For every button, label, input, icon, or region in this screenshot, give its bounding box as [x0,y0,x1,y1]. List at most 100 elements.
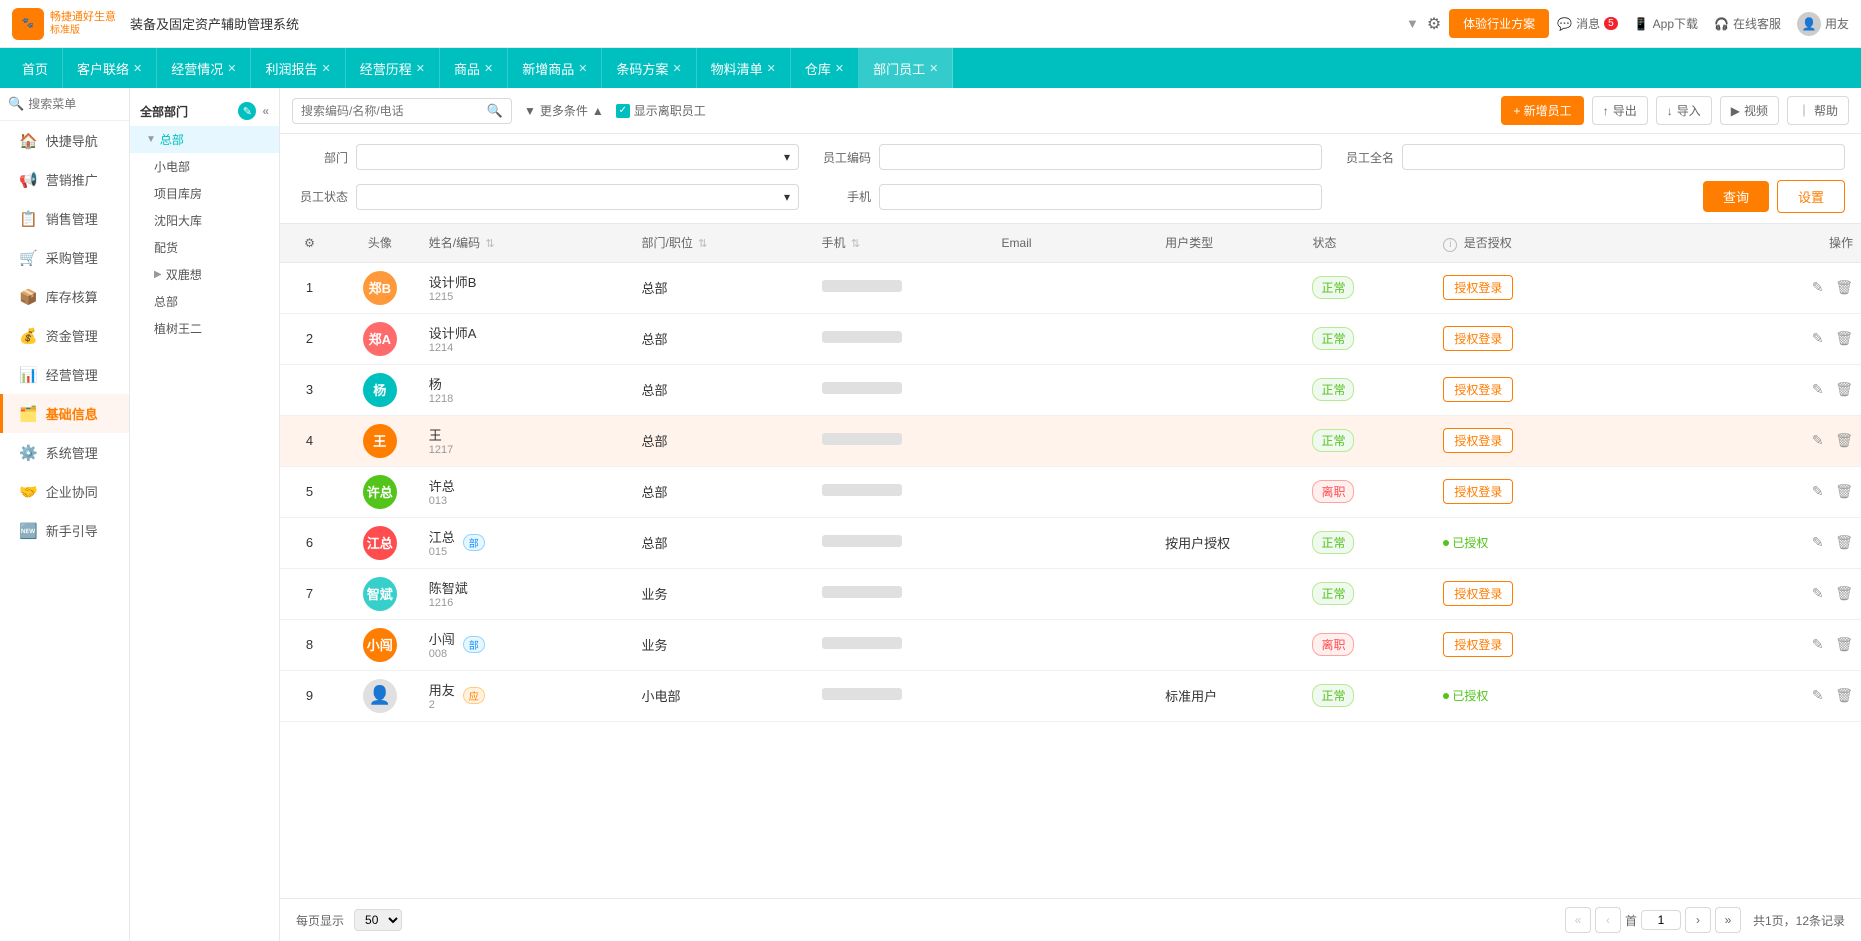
edit-button[interactable]: ✎ [1812,381,1824,397]
auth-button[interactable]: 授权登录 [1443,632,1513,657]
chevron-down-icon[interactable]: ▼ [1406,16,1419,31]
edit-button[interactable]: ✎ [1812,279,1824,295]
last-page-button[interactable]: » [1715,907,1741,933]
sidebar-item-inventory[interactable]: 📦 库存核算 [0,277,129,316]
emp-name-input[interactable] [1402,144,1845,170]
col-name-header[interactable]: 姓名/编码 ⇅ [421,224,634,262]
sidebar-item-sales[interactable]: 📋 销售管理 [0,199,129,238]
sidebar-item-operation[interactable]: 📊 经营管理 [0,355,129,394]
dept-tree-item[interactable]: ▼总部 [130,126,279,153]
sort-icon-name[interactable]: ⇅ [485,238,494,250]
more-filter-button[interactable]: ▼ 更多条件 ▲ [524,102,604,119]
nav-tab-利润报告[interactable]: 利润报告✕ [251,48,345,88]
page-size-select[interactable]: 50 [354,909,402,931]
add-employee-button[interactable]: + 新增员工 [1501,96,1583,125]
edit-button[interactable]: ✎ [1812,330,1824,346]
emp-status-select[interactable]: ▾ [356,184,799,210]
col-dept-header[interactable]: 部门/职位 ⇅ [633,224,813,262]
delete-button[interactable]: 🗑 [1835,279,1853,295]
close-tab-icon[interactable]: ✕ [672,62,681,75]
next-page-button[interactable]: › [1685,907,1711,933]
close-tab-icon[interactable]: ✕ [227,62,236,75]
export-button[interactable]: ↑ 导出 [1592,96,1648,125]
delete-button[interactable]: 🗑 [1835,636,1853,652]
nav-tab-物料清单[interactable]: 物料清单✕ [697,48,791,88]
dept-tree-item[interactable]: 沈阳大库 [130,207,279,234]
nav-tab-客户联络[interactable]: 客户联络✕ [63,48,157,88]
video-button[interactable]: ▶ 视频 [1720,96,1779,125]
delete-button[interactable]: 🗑 [1835,381,1853,397]
emp-code-input[interactable] [879,144,1322,170]
close-tab-icon[interactable]: ✕ [929,62,938,75]
nav-tab-部门员工[interactable]: 部门员工✕ [859,48,953,88]
close-tab-icon[interactable]: ✕ [133,62,142,75]
edit-button[interactable]: ✎ [1812,534,1824,550]
import-button[interactable]: ↓ 导入 [1656,96,1712,125]
page-input[interactable] [1641,910,1681,930]
message-button[interactable]: 💬 消息 5 [1557,15,1618,32]
info-icon[interactable]: i [1443,238,1457,252]
nav-tab-商品[interactable]: 商品✕ [440,48,508,88]
query-button[interactable]: 查询 [1703,181,1769,212]
delete-button[interactable]: 🗑 [1835,483,1853,499]
auth-button[interactable]: 授权登录 [1443,428,1513,453]
online-service-button[interactable]: 🎧 在线客服 [1714,15,1781,32]
sort-icon-dept[interactable]: ⇅ [698,238,707,250]
user-avatar[interactable]: 👤 用友 [1797,12,1849,36]
gear-icon[interactable]: ⚙ [1427,14,1441,34]
sidebar-item-purchase[interactable]: 🛒 采购管理 [0,238,129,277]
close-tab-icon[interactable]: ✕ [484,62,493,75]
dept-tree-item[interactable]: ▶双鹿想 [130,261,279,288]
auth-button[interactable]: 授权登录 [1443,326,1513,351]
edit-button[interactable]: ✎ [1812,432,1824,448]
nav-tab-首页[interactable]: 首页 [8,48,63,88]
delete-button[interactable]: 🗑 [1835,330,1853,346]
dept-tree-item[interactable]: 植树王二 [130,315,279,342]
edit-button[interactable]: ✎ [1812,585,1824,601]
sidebar-item-quick-nav[interactable]: 🏠 快捷导航 [0,121,129,160]
search-input[interactable] [28,97,121,111]
delete-button[interactable]: 🗑 [1835,534,1853,550]
nav-tab-经营情况[interactable]: 经营情况✕ [157,48,251,88]
col-phone-header[interactable]: 手机 ⇅ [814,224,994,262]
phone-input[interactable] [879,184,1322,210]
show-resigned-toggle[interactable]: ✓ 显示离职员工 [616,102,706,119]
edit-button[interactable]: ✎ [1812,687,1824,703]
employee-search-input[interactable] [301,104,481,118]
sidebar-item-guide[interactable]: 🆕 新手引导 [0,511,129,550]
sidebar-item-basic[interactable]: 🗂️ 基础信息 [0,394,129,433]
trial-button[interactable]: 体验行业方案 [1449,9,1549,38]
sidebar-item-corp[interactable]: 🤝 企业协同 [0,472,129,511]
app-download-button[interactable]: 📱 App下载 [1634,15,1698,32]
col-settings-header[interactable]: ⚙ [280,224,339,262]
auth-button[interactable]: 授权登录 [1443,581,1513,606]
dept-tree-item[interactable]: 小电部 [130,153,279,180]
close-tab-icon[interactable]: ✕ [835,62,844,75]
auth-button[interactable]: 授权登录 [1443,479,1513,504]
delete-button[interactable]: 🗑 [1835,432,1853,448]
nav-tab-新增商品[interactable]: 新增商品✕ [508,48,602,88]
close-tab-icon[interactable]: ✕ [416,62,425,75]
dept-filter-select[interactable]: ▾ [356,144,799,170]
nav-tab-仓库[interactable]: 仓库✕ [791,48,859,88]
prev-page-button[interactable]: ‹ [1595,907,1621,933]
set-button[interactable]: 设置 [1777,180,1845,213]
dept-tree-item[interactable]: 项目库房 [130,180,279,207]
sidebar-item-finance[interactable]: 💰 资金管理 [0,316,129,355]
close-tab-icon[interactable]: ✕ [767,62,776,75]
sidebar-item-system[interactable]: ⚙️ 系统管理 [0,433,129,472]
first-page-button[interactable]: « [1565,907,1591,933]
delete-button[interactable]: 🗑 [1835,585,1853,601]
edit-button[interactable]: ✎ [1812,636,1824,652]
auth-button[interactable]: 授权登录 [1443,275,1513,300]
nav-tab-条码方案[interactable]: 条码方案✕ [602,48,696,88]
delete-button[interactable]: 🗑 [1835,687,1853,703]
dept-tree-item[interactable]: 配货 [130,234,279,261]
close-tab-icon[interactable]: ✕ [578,62,587,75]
sort-icon-phone[interactable]: ⇅ [851,238,860,250]
help-button[interactable]: ｜ 帮助 [1787,96,1849,125]
sidebar-item-marketing[interactable]: 📢 营销推广 [0,160,129,199]
edit-button[interactable]: ✎ [1812,483,1824,499]
nav-tab-经营历程[interactable]: 经营历程✕ [346,48,440,88]
close-tab-icon[interactable]: ✕ [322,62,331,75]
